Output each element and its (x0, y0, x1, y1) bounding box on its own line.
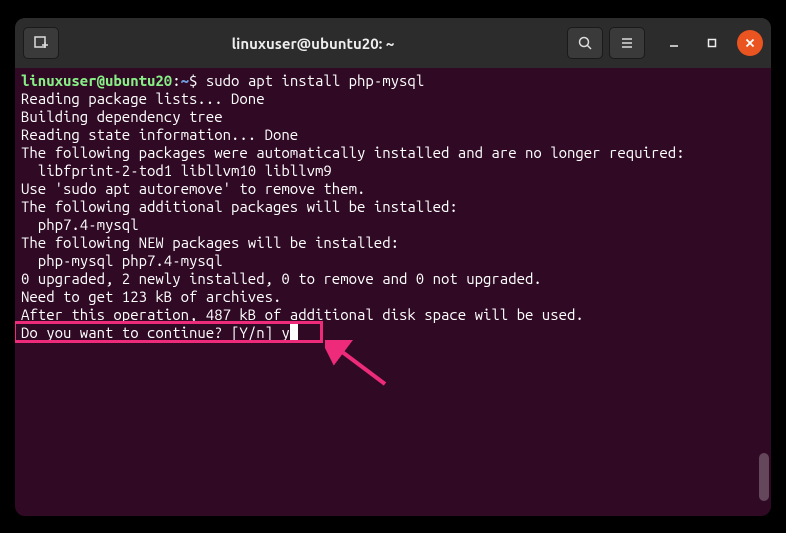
output-line: 0 upgraded, 2 newly installed, 0 to remo… (21, 270, 765, 288)
prompt-dollar: $ (189, 72, 206, 89)
new-tab-button[interactable] (23, 27, 59, 59)
output-line: The following packages were automaticall… (21, 144, 765, 162)
prompt-path: ~ (181, 72, 189, 89)
output-line: The following NEW packages will be insta… (21, 234, 765, 252)
output-line: libfprint-2-tod1 libllvm10 libllvm9 (21, 162, 765, 180)
cursor (290, 324, 298, 340)
prompt-colon: : (172, 72, 180, 89)
output-line: Reading state information... Done (21, 126, 765, 144)
output-line: After this operation, 487 kB of addition… (21, 306, 765, 324)
output-line: The following additional packages will b… (21, 198, 765, 216)
continue-prompt-text: Do you want to continue? [Y/n] (21, 324, 281, 341)
command-text: sudo apt install php-mysql (206, 72, 424, 89)
continue-prompt-line: Do you want to continue? [Y/n] y (21, 324, 765, 342)
output-line: Use 'sudo apt autoremove' to remove them… (21, 180, 765, 198)
output-line: php-mysql php7.4-mysql (21, 252, 765, 270)
window-controls (661, 30, 763, 56)
scrollbar-thumb[interactable] (759, 453, 769, 501)
annotation-arrow (325, 340, 395, 390)
maximize-button[interactable] (699, 30, 725, 56)
window-title: linuxuser@ubuntu20: ~ (65, 35, 561, 52)
user-input: y (281, 324, 289, 341)
output-line: Reading package lists... Done (21, 90, 765, 108)
prompt-user-host: linuxuser@ubuntu20 (21, 72, 172, 89)
minimize-button[interactable] (661, 30, 687, 56)
menu-button[interactable] (609, 27, 645, 59)
search-button[interactable] (567, 27, 603, 59)
search-icon (577, 35, 593, 51)
titlebar: linuxuser@ubuntu20: ~ (15, 18, 771, 68)
terminal-window: linuxuser@ubuntu20: ~ linuxuser@ubuntu20… (15, 18, 771, 516)
terminal-body[interactable]: linuxuser@ubuntu20:~$ sudo apt install p… (15, 68, 771, 516)
prompt-line: linuxuser@ubuntu20:~$ sudo apt install p… (21, 72, 765, 90)
output-line: Building dependency tree (21, 108, 765, 126)
maximize-icon (706, 37, 718, 49)
minimize-icon (668, 37, 680, 49)
scrollbar[interactable] (757, 73, 769, 510)
new-tab-icon (33, 35, 49, 51)
output-line: php7.4-mysql (21, 216, 765, 234)
close-button[interactable] (737, 30, 763, 56)
output-line: Need to get 123 kB of archives. (21, 288, 765, 306)
close-icon (744, 37, 756, 49)
hamburger-icon (619, 35, 635, 51)
